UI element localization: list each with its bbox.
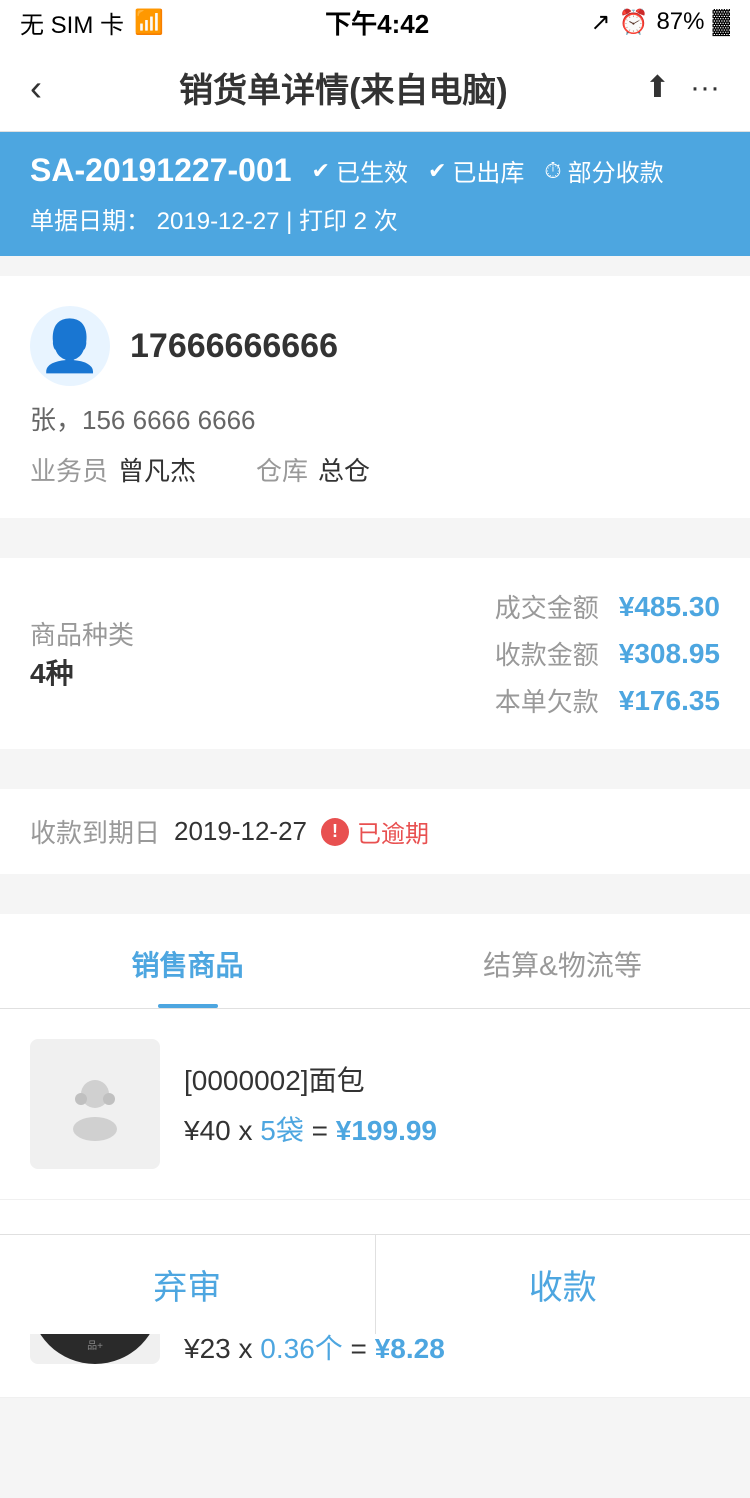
check-icon-1: ✔ [312,158,330,184]
received-row: 收款金额 ¥308.95 [495,635,720,672]
tab-sales-label: 销售商品 [131,950,243,981]
status-bar: 无 SIM 卡 📶 下午4:42 ↗ ⏰ 87% ▓ [0,0,750,44]
abandon-review-button[interactable]: 弃审 [0,1235,376,1334]
tab-settlement-label: 结算&物流等 [483,950,642,981]
owed-row: 本单欠款 ¥176.35 [495,682,720,719]
banner-date-row: 单据日期： 2019-12-27 | 打印 2 次 [30,201,720,236]
total-2: ¥8.28 [375,1333,445,1364]
sales-label: 业务员 [30,451,108,488]
person-icon: 👤 [39,317,101,376]
badge-shipped: ✔ 已出库 [428,153,524,188]
battery-icon: ▓ [713,8,731,36]
separator-2 [0,749,750,769]
owed-value: ¥176.35 [619,685,720,717]
product-name-1: [0000002]面包 [184,1059,720,1099]
stats-right: 成交金额 ¥485.30 收款金额 ¥308.95 本单欠款 ¥176.35 [495,588,720,719]
check-icon-2: ✔ [428,158,446,184]
customer-section: 👤 17666666666 张，156 6666 6666 业务员 曾凡杰 仓库… [0,276,750,518]
status-right: ↗ ⏰ 87% ▓ [590,8,730,37]
amount-label: 成交金额 [495,588,599,625]
collect-payment-button[interactable]: 收款 [376,1235,750,1334]
badge-shipped-label: 已出库 [452,153,524,188]
product-thumb-1 [30,1039,160,1169]
due-section: 收款到期日 2019-12-27 ! 已逾期 [0,789,750,874]
overdue-dot-icon: ! [321,818,349,846]
tabs-row: 销售商品 结算&物流等 [0,914,750,1008]
nav-bar: ‹ 销货单详情(来自电脑) ⬆ ··· [0,44,750,132]
print-text: | 打印 2 次 [286,208,398,235]
tabs-section: 销售商品 结算&物流等 [0,914,750,1009]
due-label: 收款到期日 [30,813,160,850]
order-id: SA-20191227-001 [30,152,292,189]
received-value: ¥308.95 [619,638,720,670]
customer-name-info: 张，156 6666 6666 [30,400,720,437]
clock-icon: ⏱ [544,158,561,184]
product-info-1: [0000002]面包 ¥40 x 5袋 = ¥199.99 [184,1059,720,1149]
warehouse-value: 总仓 [318,451,370,488]
qty-2: 0.36个 [260,1333,343,1364]
warehouse-label: 仓库 [256,451,308,488]
date-value: 2019-12-27 [157,208,280,235]
badge-effective: ✔ 已生效 [312,153,408,188]
sales-value: 曾凡杰 [118,451,196,488]
separator-1 [0,518,750,538]
location-icon: ↗ [590,8,610,37]
category-value: 4种 [30,652,134,692]
customer-phone: 17666666666 [130,327,338,366]
svg-text:品+: 品+ [87,1340,103,1352]
product-placeholder-icon-1 [55,1064,135,1144]
category-label: 商品种类 [30,615,134,652]
share-icon[interactable]: ⬆ [645,70,670,105]
header-banner: SA-20191227-001 ✔ 已生效 ✔ 已出库 ⏱ 部分收款 单据日期：… [0,132,750,256]
price-text-2: ¥23 x [184,1333,260,1364]
more-icon[interactable]: ··· [690,71,720,105]
separator-3 [0,874,750,894]
customer-row: 👤 17666666666 [30,306,720,386]
product-price-1: ¥40 x 5袋 = ¥199.99 [184,1109,720,1149]
equals-1: = [304,1115,336,1146]
customer-meta: 业务员 曾凡杰 仓库 总仓 [30,451,720,488]
status-time: 下午4:42 [325,4,429,41]
product-item: [0000002]面包 ¥40 x 5袋 = ¥199.99 [0,1009,750,1200]
carrier-text: 无 SIM 卡 [20,5,124,40]
back-button[interactable]: ‹ [30,67,42,109]
tab-settlement[interactable]: 结算&物流等 [375,914,750,1008]
received-label: 收款金额 [495,635,599,672]
battery-text: 87% [656,8,704,36]
price-text-1: ¥40 x [184,1115,260,1146]
amount-value: ¥485.30 [619,591,720,623]
overdue-badge: ! 已逾期 [321,814,429,849]
avatar: 👤 [30,306,110,386]
status-left: 无 SIM 卡 📶 [20,5,164,40]
wifi-icon: 📶 [134,8,164,37]
alarm-icon: ⏰ [619,8,649,37]
owed-label: 本单欠款 [495,682,599,719]
due-date-value: 2019-12-27 [174,816,307,847]
banner-top: SA-20191227-001 ✔ 已生效 ✔ 已出库 ⏱ 部分收款 [30,152,720,189]
badge-partial-label: 部分收款 [568,153,664,188]
date-label: 单据日期： [30,208,150,235]
nav-actions: ⬆ ··· [645,70,720,105]
qty-1: 5袋 [260,1115,304,1146]
equals-2: = [343,1333,375,1364]
badge-partial: ⏱ 部分收款 [544,153,663,188]
bottom-bar: 弃审 收款 [0,1234,750,1334]
stats-left: 商品种类 4种 [30,588,134,719]
page-title: 销货单详情(来自电脑) [179,63,508,112]
tab-sales-products[interactable]: 销售商品 [0,914,375,1008]
products-section: [0000002]面包 ¥40 x 5袋 = ¥199.99 品+ [00040… [0,1009,750,1398]
amount-row: 成交金额 ¥485.30 [495,588,720,625]
overdue-text: 已逾期 [357,814,429,849]
stats-section: 商品种类 4种 成交金额 ¥485.30 收款金额 ¥308.95 本单欠款 ¥… [0,558,750,749]
total-1: ¥199.99 [336,1115,437,1146]
badge-effective-label: 已生效 [336,153,408,188]
